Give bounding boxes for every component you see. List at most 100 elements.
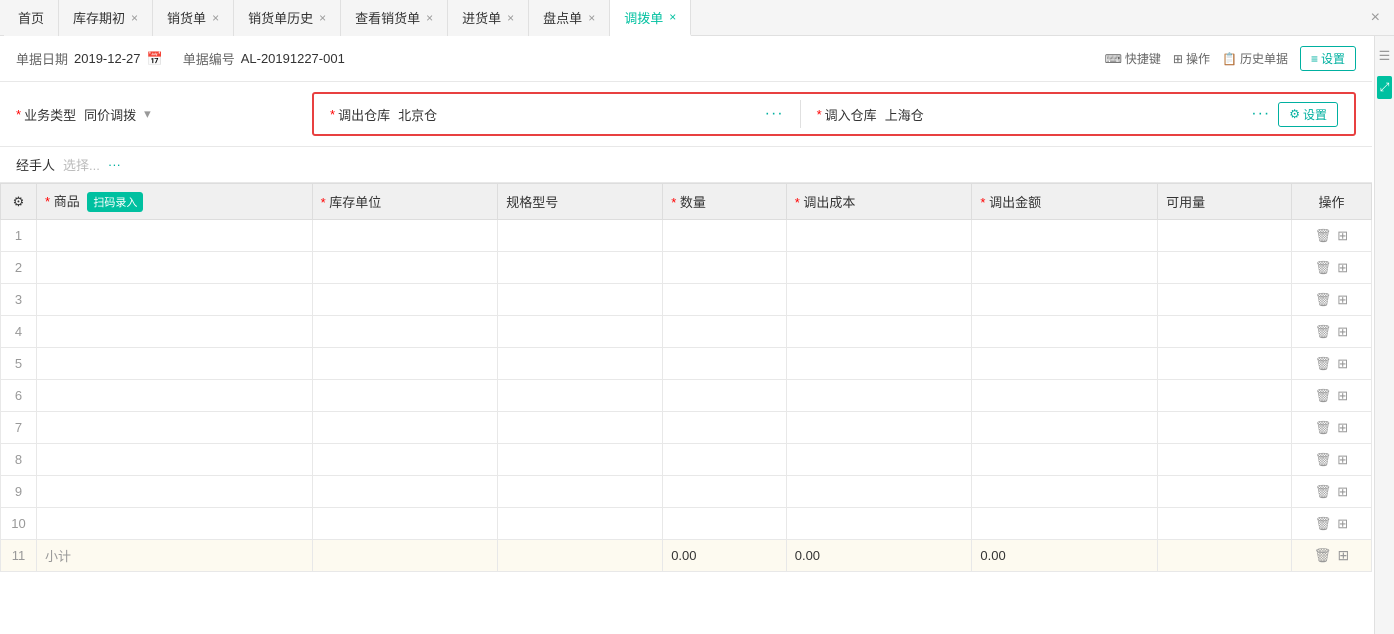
cell-spec[interactable]	[498, 444, 663, 476]
cell-cost[interactable]	[786, 476, 972, 508]
delete-icon[interactable]: 🗑	[1315, 484, 1332, 500]
cell-unit[interactable]	[312, 252, 498, 284]
cell-qty[interactable]	[663, 412, 787, 444]
cell-amount[interactable]	[972, 380, 1158, 412]
biz-type-select[interactable]: 同价调拨 ▾	[84, 105, 296, 124]
cell-qty[interactable]	[663, 380, 787, 412]
sidebar-expand-icon[interactable]: ⤢	[1377, 76, 1393, 99]
cell-unit[interactable]	[312, 476, 498, 508]
cell-unit[interactable]	[312, 316, 498, 348]
cell-amount[interactable]	[972, 220, 1158, 252]
operate-action[interactable]: ⊞ 操作	[1173, 50, 1210, 67]
copy-icon[interactable]: ⊞	[1337, 356, 1348, 372]
cell-cost[interactable]	[786, 380, 972, 412]
delete-icon[interactable]: 🗑	[1315, 420, 1332, 436]
cell-goods[interactable]	[37, 220, 313, 252]
tab-sales-order[interactable]: 销货单 ×	[153, 0, 234, 36]
wh-in-more-btn[interactable]: ···	[1251, 105, 1270, 123]
delete-icon[interactable]: 🗑	[1315, 324, 1332, 340]
cell-amount[interactable]	[972, 412, 1158, 444]
close-transfer[interactable]: ×	[669, 10, 676, 24]
tab-inventory-check[interactable]: 盘点单 ×	[529, 0, 610, 36]
sidebar-list-icon[interactable]: ☰	[1379, 44, 1391, 68]
close-inventory-init[interactable]: ×	[131, 11, 138, 25]
cell-cost[interactable]	[786, 284, 972, 316]
scan-button[interactable]: 扫码录入	[87, 192, 143, 212]
tab-home[interactable]: 首页	[4, 0, 59, 36]
cell-spec[interactable]	[498, 380, 663, 412]
delete-icon[interactable]: 🗑	[1315, 516, 1332, 532]
cell-spec[interactable]	[498, 508, 663, 540]
copy-icon[interactable]: ⊞	[1337, 292, 1348, 308]
close-purchase[interactable]: ×	[507, 11, 514, 25]
cell-qty[interactable]	[663, 252, 787, 284]
cell-goods[interactable]	[37, 412, 313, 444]
cell-amount[interactable]	[972, 348, 1158, 380]
handler-select[interactable]: 选择...	[63, 155, 100, 174]
cell-goods[interactable]	[37, 348, 313, 380]
cell-spec[interactable]	[498, 252, 663, 284]
shortcut-action[interactable]: ⌨ 快捷键	[1105, 50, 1161, 67]
wh-setting-button[interactable]: ⚙ 设置	[1278, 102, 1338, 127]
cell-amount[interactable]	[972, 508, 1158, 540]
copy-icon[interactable]: ⊞	[1337, 484, 1348, 500]
delete-icon[interactable]: 🗑	[1315, 260, 1332, 276]
delete-icon[interactable]: 🗑	[1315, 388, 1332, 404]
copy-icon[interactable]: ⊞	[1337, 452, 1348, 468]
cell-goods[interactable]	[37, 284, 313, 316]
cell-unit[interactable]	[312, 380, 498, 412]
cell-qty[interactable]	[663, 316, 787, 348]
handler-more-btn[interactable]: ···	[108, 157, 121, 172]
delete-icon[interactable]: 🗑	[1315, 228, 1332, 244]
close-inventory-check[interactable]: ×	[588, 11, 595, 25]
cell-goods[interactable]	[37, 380, 313, 412]
cell-unit[interactable]	[312, 220, 498, 252]
cell-spec[interactable]	[498, 220, 663, 252]
copy-icon[interactable]: ⊞	[1337, 260, 1348, 276]
cell-goods[interactable]	[37, 476, 313, 508]
copy-icon[interactable]: ⊞	[1338, 547, 1350, 564]
cell-qty[interactable]	[663, 476, 787, 508]
close-all-tabs[interactable]: ×	[1361, 9, 1390, 27]
cell-amount[interactable]	[972, 476, 1158, 508]
cell-unit[interactable]	[312, 508, 498, 540]
cell-cost[interactable]	[786, 252, 972, 284]
cell-spec[interactable]	[498, 316, 663, 348]
cell-unit[interactable]	[312, 348, 498, 380]
cell-spec[interactable]	[498, 284, 663, 316]
cell-cost[interactable]	[786, 316, 972, 348]
wh-out-more-btn[interactable]: ···	[765, 105, 784, 123]
cell-cost[interactable]	[786, 444, 972, 476]
cell-amount[interactable]	[972, 316, 1158, 348]
cell-spec[interactable]	[498, 412, 663, 444]
tab-transfer[interactable]: 调拨单 ×	[610, 0, 691, 36]
col-gear[interactable]: ⚙	[1, 184, 37, 220]
cell-unit[interactable]	[312, 412, 498, 444]
cell-goods[interactable]	[37, 252, 313, 284]
cell-spec[interactable]	[498, 476, 663, 508]
cell-qty[interactable]	[663, 348, 787, 380]
close-view-sales[interactable]: ×	[426, 11, 433, 25]
cell-amount[interactable]	[972, 284, 1158, 316]
cell-goods[interactable]	[37, 508, 313, 540]
cell-qty[interactable]	[663, 444, 787, 476]
cell-cost[interactable]	[786, 348, 972, 380]
cell-cost[interactable]	[786, 220, 972, 252]
cell-goods[interactable]	[37, 444, 313, 476]
cell-amount[interactable]	[972, 252, 1158, 284]
cell-cost[interactable]	[786, 508, 972, 540]
tab-inventory-init[interactable]: 库存期初 ×	[59, 0, 153, 36]
delete-icon[interactable]: 🗑	[1315, 292, 1332, 308]
tab-sales-history[interactable]: 销货单历史 ×	[234, 0, 341, 36]
cell-amount[interactable]	[972, 444, 1158, 476]
close-sales-history[interactable]: ×	[319, 11, 326, 25]
cell-cost[interactable]	[786, 412, 972, 444]
history-action[interactable]: 📋 历史单据	[1222, 50, 1288, 67]
copy-icon[interactable]: ⊞	[1337, 324, 1348, 340]
cell-qty[interactable]	[663, 508, 787, 540]
tab-purchase[interactable]: 进货单 ×	[448, 0, 529, 36]
copy-icon[interactable]: ⊞	[1337, 420, 1348, 436]
delete-icon[interactable]: 🗑	[1315, 452, 1332, 468]
cell-goods[interactable]	[37, 316, 313, 348]
cell-unit[interactable]	[312, 284, 498, 316]
